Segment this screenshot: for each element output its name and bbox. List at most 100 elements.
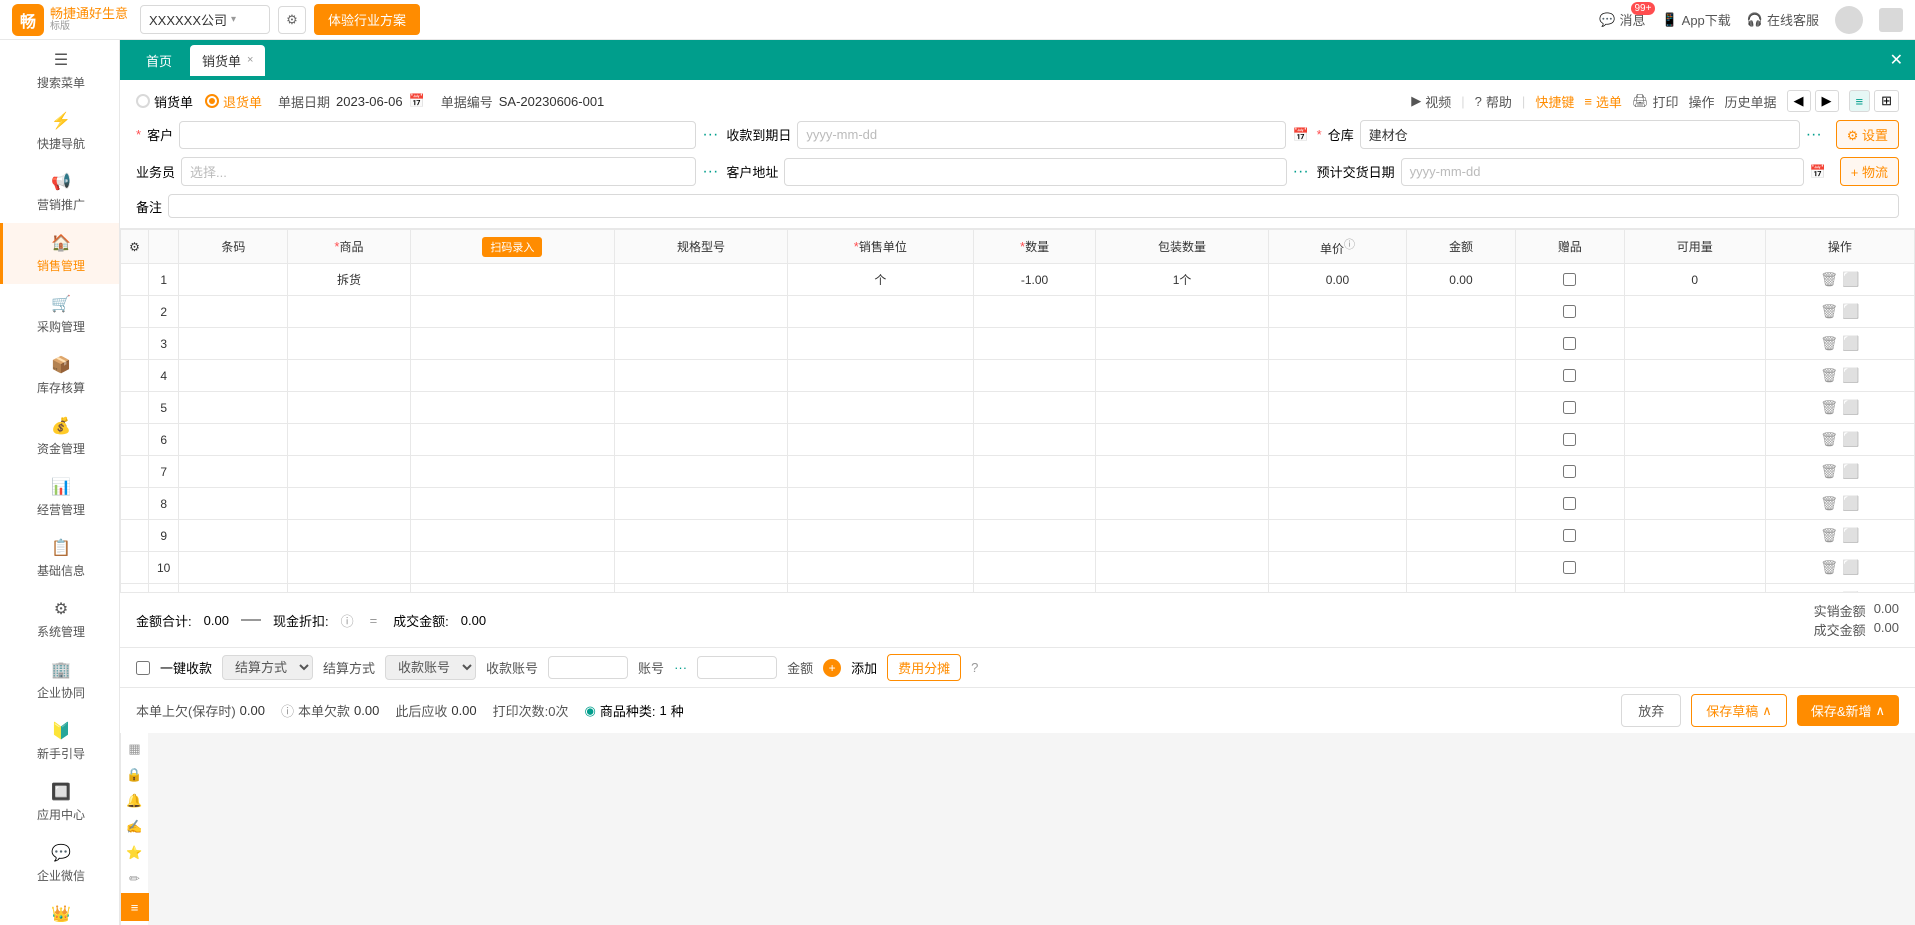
- gift-checkbox[interactable]: [1563, 401, 1576, 414]
- cell-amount[interactable]: [1407, 296, 1516, 328]
- delete-row-button[interactable]: 🗑: [1820, 367, 1838, 384]
- delete-row-button[interactable]: 🗑: [1820, 431, 1838, 448]
- sidebar-item-enterprise[interactable]: 🏢 企业协同: [0, 650, 119, 711]
- cell-price[interactable]: [1268, 488, 1406, 520]
- account-select[interactable]: 收款账号: [385, 655, 476, 680]
- sidebar-item-inventory[interactable]: 📦 库存核算: [0, 345, 119, 406]
- cell-product[interactable]: [288, 328, 410, 360]
- cell-product[interactable]: [288, 360, 410, 392]
- discard-button[interactable]: 放弃: [1621, 694, 1681, 727]
- app-download-button[interactable]: 📱 App下载: [1661, 10, 1730, 29]
- avatar[interactable]: [1835, 6, 1863, 34]
- cell-amount[interactable]: [1407, 360, 1516, 392]
- cell-barcode[interactable]: [179, 456, 288, 488]
- one-click-checkbox[interactable]: [136, 661, 150, 675]
- account-no-input[interactable]: [548, 656, 628, 679]
- cell-product[interactable]: 拆货: [288, 264, 410, 296]
- delete-row-button[interactable]: 🗑: [1820, 495, 1838, 512]
- sidebar-item-system[interactable]: ⚙ 系统管理: [0, 589, 119, 650]
- cell-gift[interactable]: [1515, 296, 1624, 328]
- cell-amount[interactable]: [1407, 392, 1516, 424]
- cell-amount[interactable]: [1407, 552, 1516, 584]
- salesperson-input[interactable]: 选择...: [181, 157, 696, 186]
- rs-btn-3[interactable]: 🔔: [123, 789, 147, 813]
- sidebar-item-finance[interactable]: 💰 资金管理: [0, 406, 119, 467]
- setting-button[interactable]: ⚙ 设置: [1836, 120, 1899, 149]
- cell-pkgqty[interactable]: [1096, 392, 1269, 424]
- cell-unit[interactable]: [787, 488, 973, 520]
- rs-btn-bottom[interactable]: ≡: [121, 893, 149, 921]
- cell-price[interactable]: [1268, 328, 1406, 360]
- copy-row-button[interactable]: ⬜: [1842, 495, 1859, 512]
- cell-pkgqty[interactable]: [1096, 360, 1269, 392]
- copy-row-button[interactable]: ⬜: [1842, 399, 1859, 416]
- sidebar-item-apps[interactable]: 🔲 应用中心: [0, 772, 119, 833]
- help-action[interactable]: ? 帮助: [1475, 92, 1512, 111]
- delete-row-button[interactable]: 🗑: [1820, 559, 1838, 576]
- customer-addr-select-icon[interactable]: ···: [1293, 163, 1309, 181]
- cell-gift[interactable]: [1515, 264, 1624, 296]
- salesperson-select-icon[interactable]: ···: [702, 163, 718, 181]
- trial-button[interactable]: 体验行业方案: [314, 4, 420, 35]
- cell-barcode[interactable]: [179, 264, 288, 296]
- product-type-icon[interactable]: ◉: [585, 703, 596, 719]
- cell-qty[interactable]: [973, 552, 1095, 584]
- cell-unit[interactable]: [787, 328, 973, 360]
- cell-amount[interactable]: 0.00: [1407, 264, 1516, 296]
- cell-barcode[interactable]: [179, 360, 288, 392]
- prev-button[interactable]: ◀: [1787, 90, 1811, 112]
- copy-row-button[interactable]: ⬜: [1842, 271, 1859, 288]
- cell-product[interactable]: [288, 392, 410, 424]
- cell-unit[interactable]: [787, 424, 973, 456]
- shortcut-action[interactable]: 快捷键: [1535, 92, 1574, 111]
- rs-btn-2[interactable]: 🔒: [123, 763, 147, 787]
- cell-barcode[interactable]: [179, 552, 288, 584]
- gift-checkbox[interactable]: [1563, 305, 1576, 318]
- cell-product[interactable]: [288, 584, 410, 593]
- cell-price[interactable]: [1268, 456, 1406, 488]
- copy-row-button[interactable]: ⬜: [1842, 527, 1859, 544]
- sidebar-item-sales[interactable]: 🏠 销售管理: [0, 223, 119, 284]
- cell-pkgqty[interactable]: 1个: [1096, 264, 1269, 296]
- cell-spec[interactable]: [615, 552, 788, 584]
- cell-pkgqty[interactable]: [1096, 488, 1269, 520]
- cell-price[interactable]: [1268, 296, 1406, 328]
- sidebar-item-marketing[interactable]: 📢 营销推广: [0, 162, 119, 223]
- notifications-button[interactable]: 💬 消息 99+: [1599, 10, 1645, 29]
- cell-pkgqty[interactable]: [1096, 520, 1269, 552]
- delete-row-button[interactable]: 🗑: [1820, 303, 1838, 320]
- cell-gift[interactable]: [1515, 392, 1624, 424]
- operate-action[interactable]: 操作: [1688, 92, 1714, 111]
- cell-spec[interactable]: [615, 392, 788, 424]
- cell-amount[interactable]: [1407, 584, 1516, 593]
- cell-unit[interactable]: 个: [787, 264, 973, 296]
- gift-checkbox[interactable]: [1563, 273, 1576, 286]
- cell-pkgqty[interactable]: [1096, 584, 1269, 593]
- save-new-button[interactable]: 保存&新增 ∧: [1797, 695, 1899, 726]
- cell-barcode[interactable]: [179, 520, 288, 552]
- cell-gift[interactable]: [1515, 584, 1624, 593]
- history-action[interactable]: 历史单据: [1724, 92, 1776, 111]
- cell-price[interactable]: [1268, 392, 1406, 424]
- cell-gift[interactable]: [1515, 424, 1624, 456]
- cell-unit[interactable]: [787, 456, 973, 488]
- cell-qty[interactable]: [973, 424, 1095, 456]
- gift-checkbox[interactable]: [1563, 561, 1576, 574]
- tab-sales-order[interactable]: 销货单 ×: [190, 45, 265, 76]
- rs-btn-5[interactable]: ⭐: [123, 841, 147, 865]
- cell-amount[interactable]: [1407, 488, 1516, 520]
- cell-unit[interactable]: [787, 584, 973, 593]
- list-view-button[interactable]: ≡: [1849, 90, 1871, 112]
- cell-gift[interactable]: [1515, 552, 1624, 584]
- warehouse-select-icon[interactable]: ···: [1806, 126, 1822, 144]
- cell-gift[interactable]: [1515, 456, 1624, 488]
- cell-price[interactable]: [1268, 360, 1406, 392]
- due-date-input[interactable]: yyyy-mm-dd: [797, 121, 1286, 149]
- cell-product[interactable]: [288, 520, 410, 552]
- video-action[interactable]: ▶ 视频: [1411, 92, 1451, 111]
- tab-close-icon[interactable]: ×: [247, 54, 253, 66]
- cell-price[interactable]: 0.00: [1268, 264, 1406, 296]
- cell-spec[interactable]: [615, 488, 788, 520]
- sidebar-item-members[interactable]: 👑 畅会员: [0, 894, 119, 925]
- payment-help-icon[interactable]: ?: [971, 660, 978, 675]
